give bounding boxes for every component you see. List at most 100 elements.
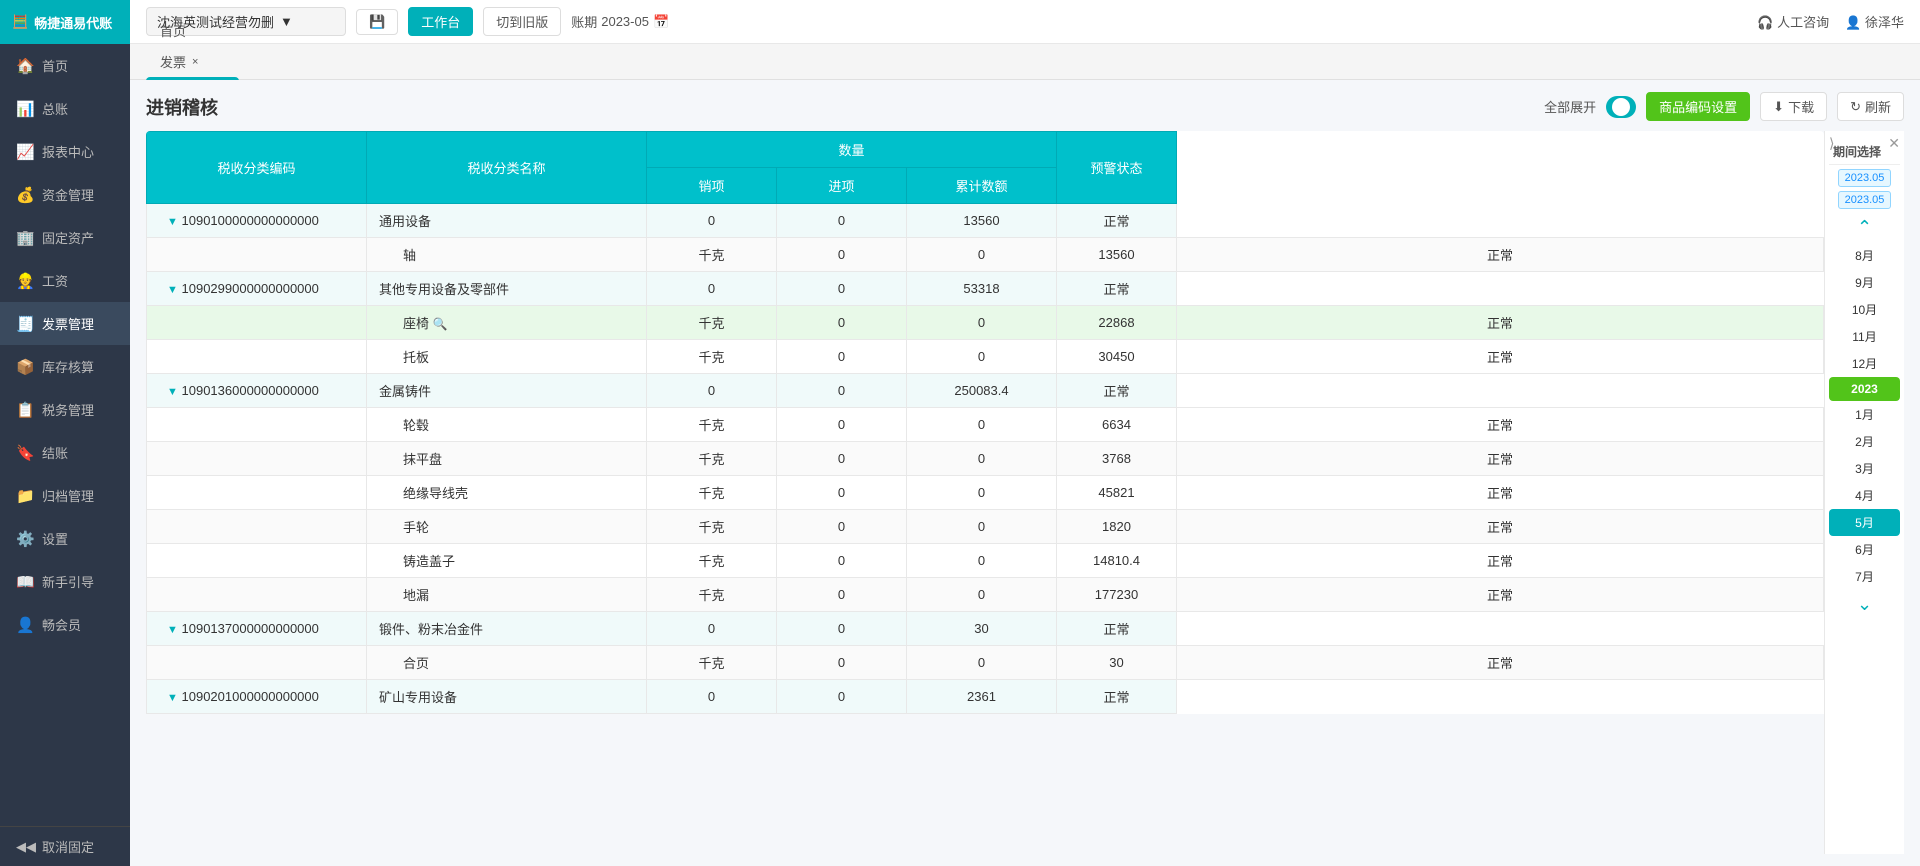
month-item-11[interactable]: 6月 (1829, 536, 1900, 563)
expand-arrow-14[interactable]: ▼ (167, 692, 178, 704)
tab-close-1[interactable]: × (192, 56, 198, 68)
cell-total-11: 177230 (1057, 578, 1177, 612)
download-btn[interactable]: ⬇ 下载 (1760, 92, 1827, 121)
cell-name-14: 矿山专用设备 (367, 680, 647, 714)
sidebar-item-0[interactable]: 🏠 首页 (0, 44, 130, 87)
th-purchase: 进项 (777, 168, 907, 204)
table-row: 铸造盖子 千克 0 0 14810.4 正常 (147, 544, 1824, 578)
sidebar-item-9[interactable]: 🔖 结账 (0, 431, 130, 474)
th-warning: 预警状态 (1057, 132, 1177, 204)
month-item-6[interactable]: 1月 (1829, 401, 1900, 428)
month-item-10[interactable]: 5月 (1829, 509, 1900, 536)
app-name: 畅捷通易代账 (34, 13, 112, 32)
sidebar-icon-9: 🔖 (16, 444, 34, 462)
calendar-icon[interactable]: 📅 (653, 14, 669, 30)
expand-arrow-0[interactable]: ▼ (167, 216, 178, 228)
toggle-label: 全部展开 (1544, 97, 1596, 116)
cell-name-5: 金属铸件 (367, 374, 647, 408)
cell-sale-14: 0 (647, 680, 777, 714)
user-menu[interactable]: 👤 徐泽华 (1845, 12, 1904, 31)
sidebar-item-1[interactable]: 📊总账 (0, 87, 130, 130)
panel-down-arrow[interactable]: ⌄ (1853, 590, 1876, 619)
tab-1[interactable]: 发票 × (146, 46, 239, 77)
sidebar-item-3[interactable]: 💰资金管理 (0, 173, 130, 216)
sidebar-label-0: 首页 (42, 56, 68, 75)
month-item-8[interactable]: 3月 (1829, 455, 1900, 482)
cell-purchase-5: 0 (777, 374, 907, 408)
cell-purchase-4: 0 (907, 340, 1057, 374)
sidebar-unpin[interactable]: ◀◀ 取消固定 (0, 826, 130, 866)
cell-status-12: 正常 (1057, 612, 1177, 646)
expand-arrow-12[interactable]: ▼ (167, 624, 178, 636)
tab-bar: 首页发票×进销稽核× (130, 44, 1920, 80)
sidebar-item-12[interactable]: 📖新手引导 (0, 560, 130, 603)
sidebar-label-9: 结账 (42, 443, 68, 462)
cell-name-3: 座椅 🔍 (367, 306, 647, 340)
sidebar-item-6[interactable]: 🧾 发票管理 (0, 302, 130, 345)
sidebar-label-5: 工资 (42, 271, 68, 290)
sidebar-item-13[interactable]: 👤畅会员 (0, 603, 130, 646)
save-button[interactable]: 💾 (356, 9, 398, 35)
cell-unit-4: 千克 (647, 340, 777, 374)
cell-total-5: 250083.4 (907, 374, 1057, 408)
cell-purchase-11: 0 (907, 578, 1057, 612)
support-btn[interactable]: 🎧 人工咨询 (1757, 12, 1829, 31)
cell-sale-11: 0 (777, 578, 907, 612)
sidebar-item-8[interactable]: 📋税务管理 (0, 388, 130, 431)
cell-sale-7: 0 (777, 442, 907, 476)
month-item-9[interactable]: 4月 (1829, 482, 1900, 509)
cell-status-9: 正常 (1177, 510, 1824, 544)
sidebar-item-7[interactable]: 📦库存核算 (0, 345, 130, 388)
cell-sale-12: 0 (647, 612, 777, 646)
table-row: ▼ 1090136000000000000 金属铸件 0 0 250083.4 … (147, 374, 1824, 408)
sidebar-label-12: 新手引导 (42, 572, 94, 591)
refresh-btn[interactable]: ↻ 刷新 (1837, 92, 1904, 121)
panel-collapse-icon[interactable]: ⟩ (1829, 135, 1834, 152)
data-table: 税收分类编码 税收分类名称 数量 预警状态 销项 进项 累计数额 ▼ (146, 131, 1824, 714)
month-item-0[interactable]: 8月 (1829, 242, 1900, 269)
cell-code-7 (147, 442, 367, 476)
tab-0[interactable]: 首页 (146, 15, 239, 46)
sidebar-icon-0: 🏠 (16, 57, 34, 75)
period-value: 2023-05 (601, 14, 649, 29)
cell-unit-1: 千克 (647, 238, 777, 272)
sidebar-label-6: 发票管理 (42, 314, 94, 333)
panel-close-icon[interactable]: ✕ (1888, 135, 1900, 152)
search-icon[interactable]: 🔍 (433, 317, 448, 331)
tab-label-0: 首页 (160, 21, 186, 40)
workbench-button[interactable]: 工作台 (408, 7, 473, 36)
tab-label-1: 发票 (160, 52, 186, 71)
month-item-12[interactable]: 7月 (1829, 563, 1900, 590)
sidebar-item-4[interactable]: 🏢固定资产 (0, 216, 130, 259)
expand-arrow-5[interactable]: ▼ (167, 386, 178, 398)
month-item-5[interactable]: 2023 (1829, 377, 1900, 401)
sidebar-item-10[interactable]: 📁归档管理 (0, 474, 130, 517)
month-item-4[interactable]: 12月 (1829, 350, 1900, 377)
cell-sale-0: 0 (647, 204, 777, 238)
month-item-3[interactable]: 11月 (1829, 323, 1900, 350)
cell-sale-4: 0 (777, 340, 907, 374)
month-item-1[interactable]: 9月 (1829, 269, 1900, 296)
sidebar-icon-2: 📈 (16, 143, 34, 161)
cell-status-5: 正常 (1057, 374, 1177, 408)
month-item-2[interactable]: 10月 (1829, 296, 1900, 323)
cell-sale-13: 0 (777, 646, 907, 680)
sidebar-icon-1: 📊 (16, 100, 34, 118)
switch-version-button[interactable]: 切到旧版 (483, 7, 561, 36)
sidebar-item-5[interactable]: 👷工资 (0, 259, 130, 302)
sidebar-item-2[interactable]: 📈报表中心 (0, 130, 130, 173)
sidebar-icon-6: 🧾 (16, 315, 34, 333)
cell-total-7: 3768 (1057, 442, 1177, 476)
month-item-7[interactable]: 2月 (1829, 428, 1900, 455)
cell-name-10: 铸造盖子 (367, 544, 647, 578)
sidebar-item-11[interactable]: ⚙️设置 (0, 517, 130, 560)
expand-arrow-2[interactable]: ▼ (167, 284, 178, 296)
product-code-btn[interactable]: 商品编码设置 (1646, 92, 1750, 121)
table-row: ▼ 1090137000000000000 锻件、粉末冶金件 0 0 30 正常 (147, 612, 1824, 646)
sidebar-icon-10: 📁 (16, 487, 34, 505)
cell-purchase-13: 0 (907, 646, 1057, 680)
panel-up-arrow[interactable]: ⌃ (1853, 213, 1876, 242)
cell-name-1: 轴 (367, 238, 647, 272)
cell-status-11: 正常 (1177, 578, 1824, 612)
cell-code-3 (147, 306, 367, 340)
